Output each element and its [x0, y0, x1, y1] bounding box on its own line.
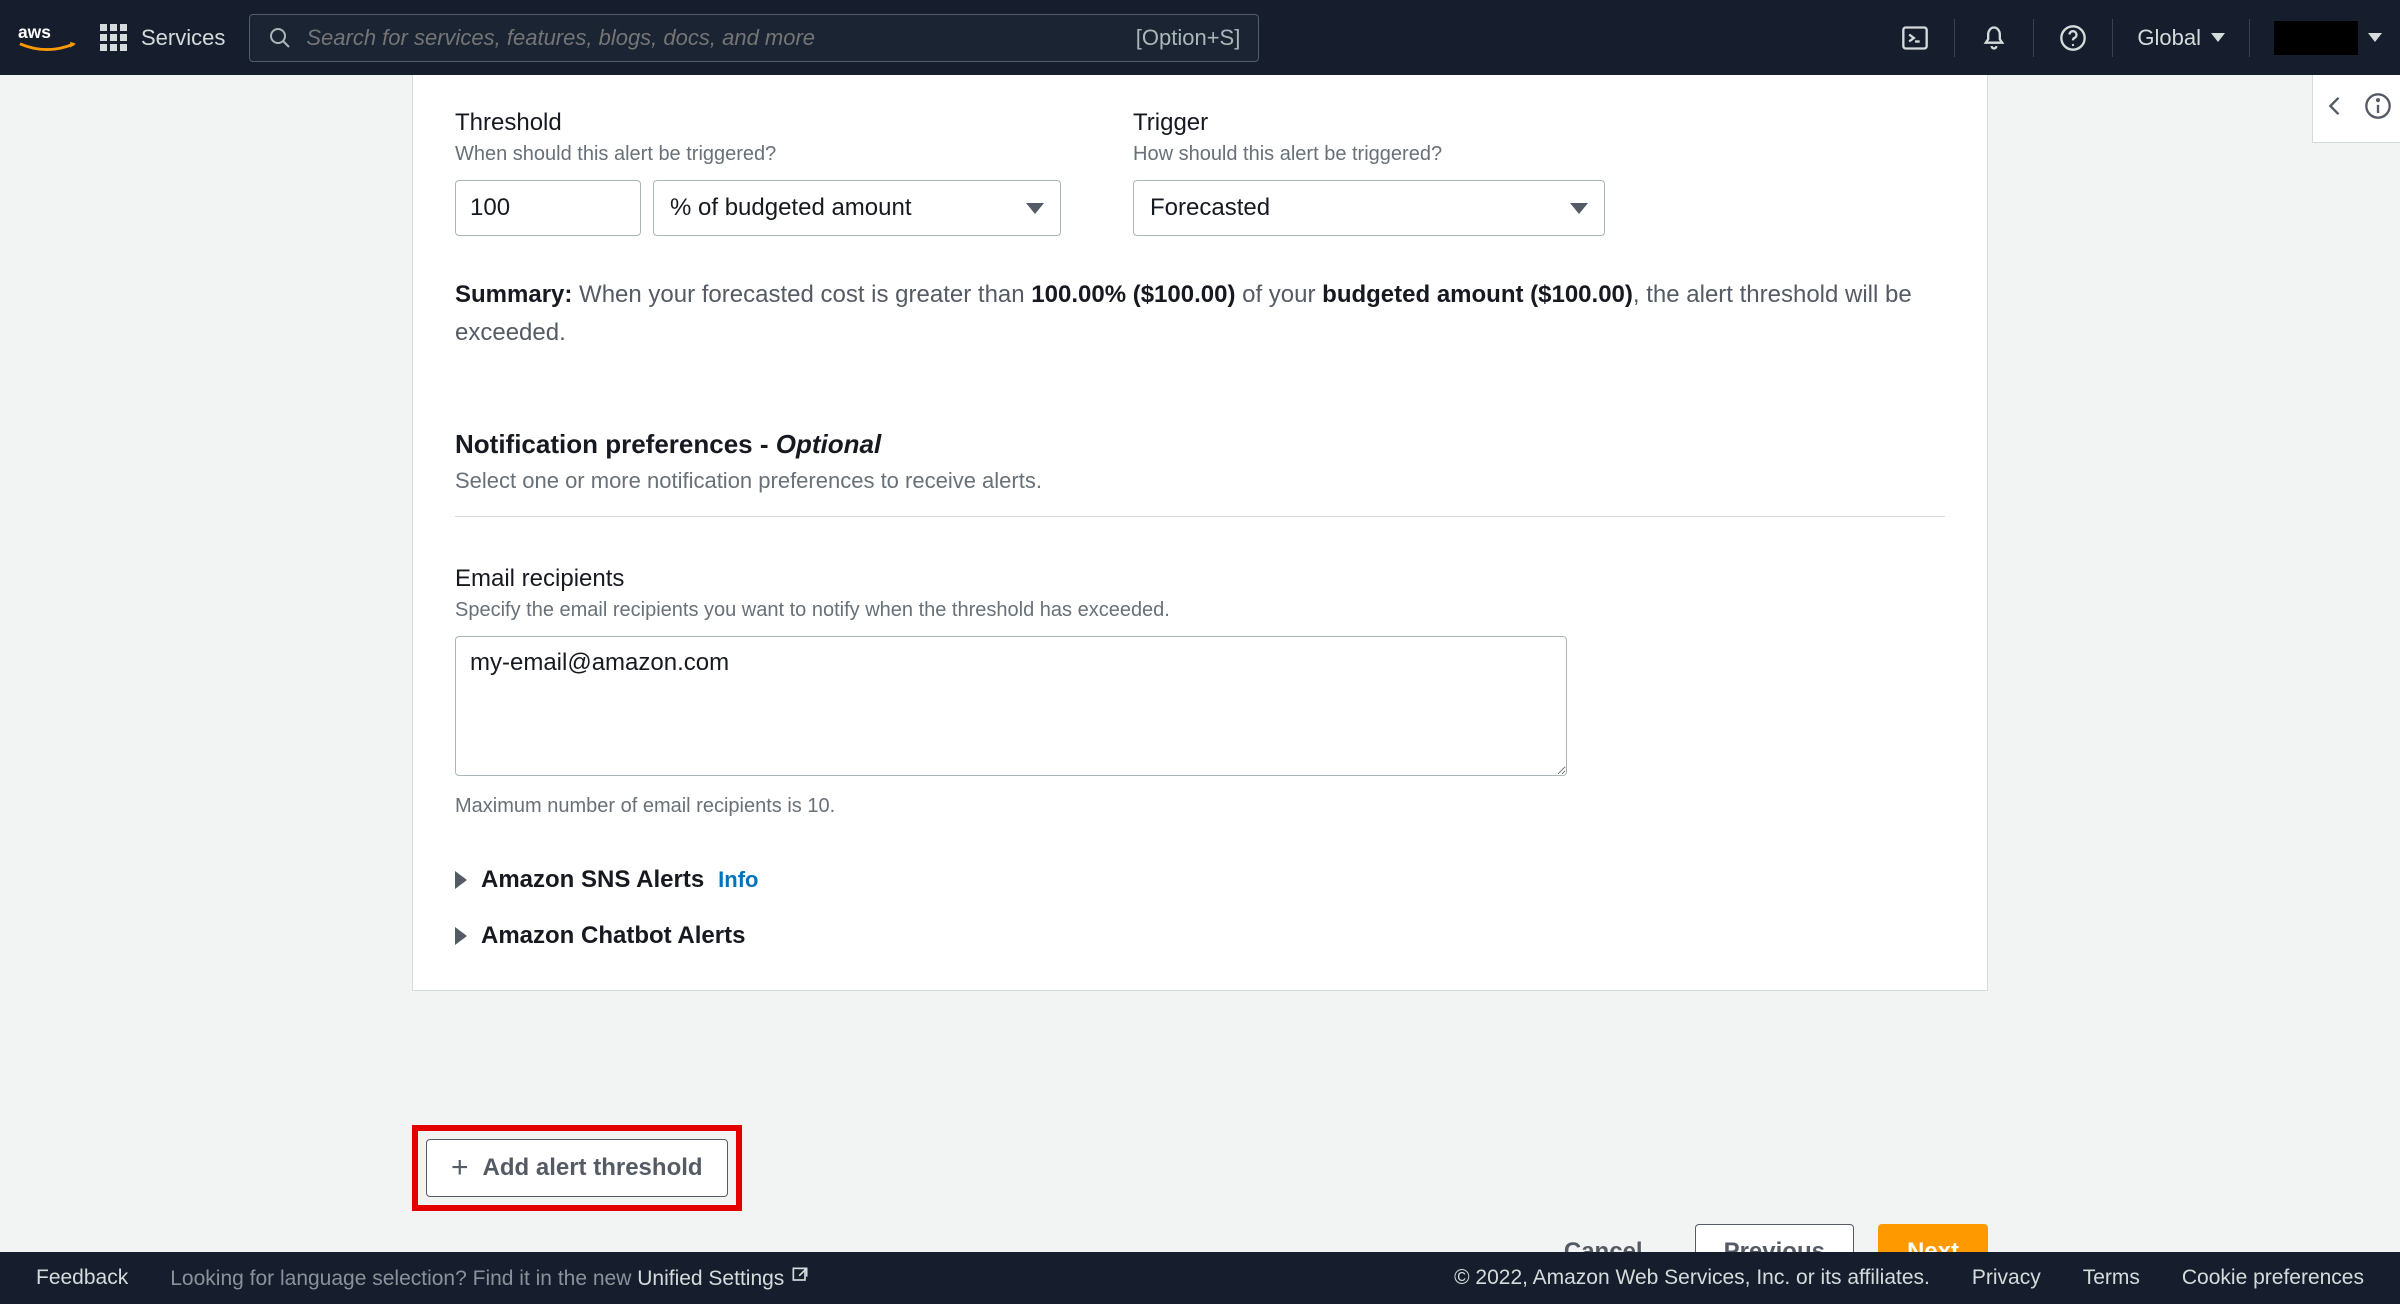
notifications-icon[interactable] — [1979, 23, 2009, 53]
global-search[interactable]: [Option+S] — [249, 14, 1259, 62]
add-alert-threshold-button[interactable]: + Add alert threshold — [426, 1139, 728, 1197]
notification-preferences-help: Select one or more notification preferen… — [455, 468, 1945, 494]
search-input[interactable] — [306, 25, 1121, 51]
threshold-unit-select[interactable]: % of budgeted amount — [653, 180, 1061, 236]
trigger-help: How should this alert be triggered? — [1133, 143, 1605, 166]
plus-icon: + — [451, 1153, 469, 1183]
external-link-icon — [790, 1265, 810, 1285]
caret-right-icon — [455, 871, 467, 889]
chevron-down-icon — [1026, 203, 1044, 214]
threshold-value-input[interactable] — [455, 180, 641, 236]
unified-settings-link[interactable]: Unified Settings — [637, 1267, 810, 1290]
services-label: Services — [141, 25, 225, 51]
account-menu[interactable] — [2274, 21, 2382, 55]
console-footer: Feedback Looking for language selection?… — [0, 1252, 2400, 1304]
alert-threshold-panel: Threshold When should this alert be trig… — [412, 75, 1988, 991]
threshold-label: Threshold — [455, 109, 1091, 137]
services-menu[interactable]: Services — [100, 24, 225, 51]
previous-button[interactable]: Previous — [1695, 1224, 1854, 1252]
top-nav: aws Services [Option+S] Global — [0, 0, 2400, 75]
chatbot-alerts-expander[interactable]: Amazon Chatbot Alerts — [455, 922, 1945, 950]
chevron-down-icon — [2368, 33, 2382, 42]
sns-info-link[interactable]: Info — [718, 867, 758, 893]
privacy-link[interactable]: Privacy — [1972, 1266, 2041, 1290]
cancel-button[interactable]: Cancel — [1536, 1224, 1671, 1252]
chevron-down-icon — [2211, 33, 2225, 42]
cookie-preferences-link[interactable]: Cookie preferences — [2182, 1266, 2364, 1290]
region-selector[interactable]: Global — [2137, 25, 2225, 51]
copyright: © 2022, Amazon Web Services, Inc. or its… — [1454, 1266, 1930, 1290]
account-id-redacted — [2274, 21, 2358, 55]
add-alert-highlight: + Add alert threshold — [412, 1125, 742, 1211]
email-recipients-max: Maximum number of email recipients is 10… — [455, 795, 1945, 818]
wizard-actions: Cancel Previous Next — [1536, 1224, 1988, 1252]
trigger-label: Trigger — [1133, 109, 1605, 137]
sns-alerts-expander[interactable]: Amazon SNS Alerts Info — [455, 866, 1945, 894]
chevron-down-icon — [1570, 203, 1588, 214]
email-recipients-label: Email recipients — [455, 565, 1945, 593]
threshold-summary: Summary: When your forecasted cost is gr… — [455, 276, 1945, 353]
feedback-link[interactable]: Feedback — [36, 1266, 128, 1290]
aws-logo[interactable]: aws — [18, 19, 76, 57]
notification-preferences-heading: Notification preferences - Optional — [455, 429, 1945, 460]
email-recipients-input[interactable]: my-email@amazon.com — [455, 636, 1567, 776]
svg-text:aws: aws — [18, 22, 51, 42]
cloudshell-icon[interactable] — [1900, 23, 1930, 53]
terms-link[interactable]: Terms — [2083, 1266, 2140, 1290]
search-shortcut: [Option+S] — [1136, 25, 1241, 51]
help-icon[interactable] — [2058, 23, 2088, 53]
caret-right-icon — [455, 927, 467, 945]
next-button[interactable]: Next — [1878, 1224, 1988, 1252]
language-hint: Looking for language selection? Find it … — [170, 1265, 810, 1291]
threshold-help: When should this alert be triggered? — [455, 143, 1091, 166]
grid-icon — [100, 24, 127, 51]
email-recipients-help: Specify the email recipients you want to… — [455, 599, 1945, 622]
trigger-select[interactable]: Forecasted — [1133, 180, 1605, 236]
search-icon — [268, 26, 292, 50]
